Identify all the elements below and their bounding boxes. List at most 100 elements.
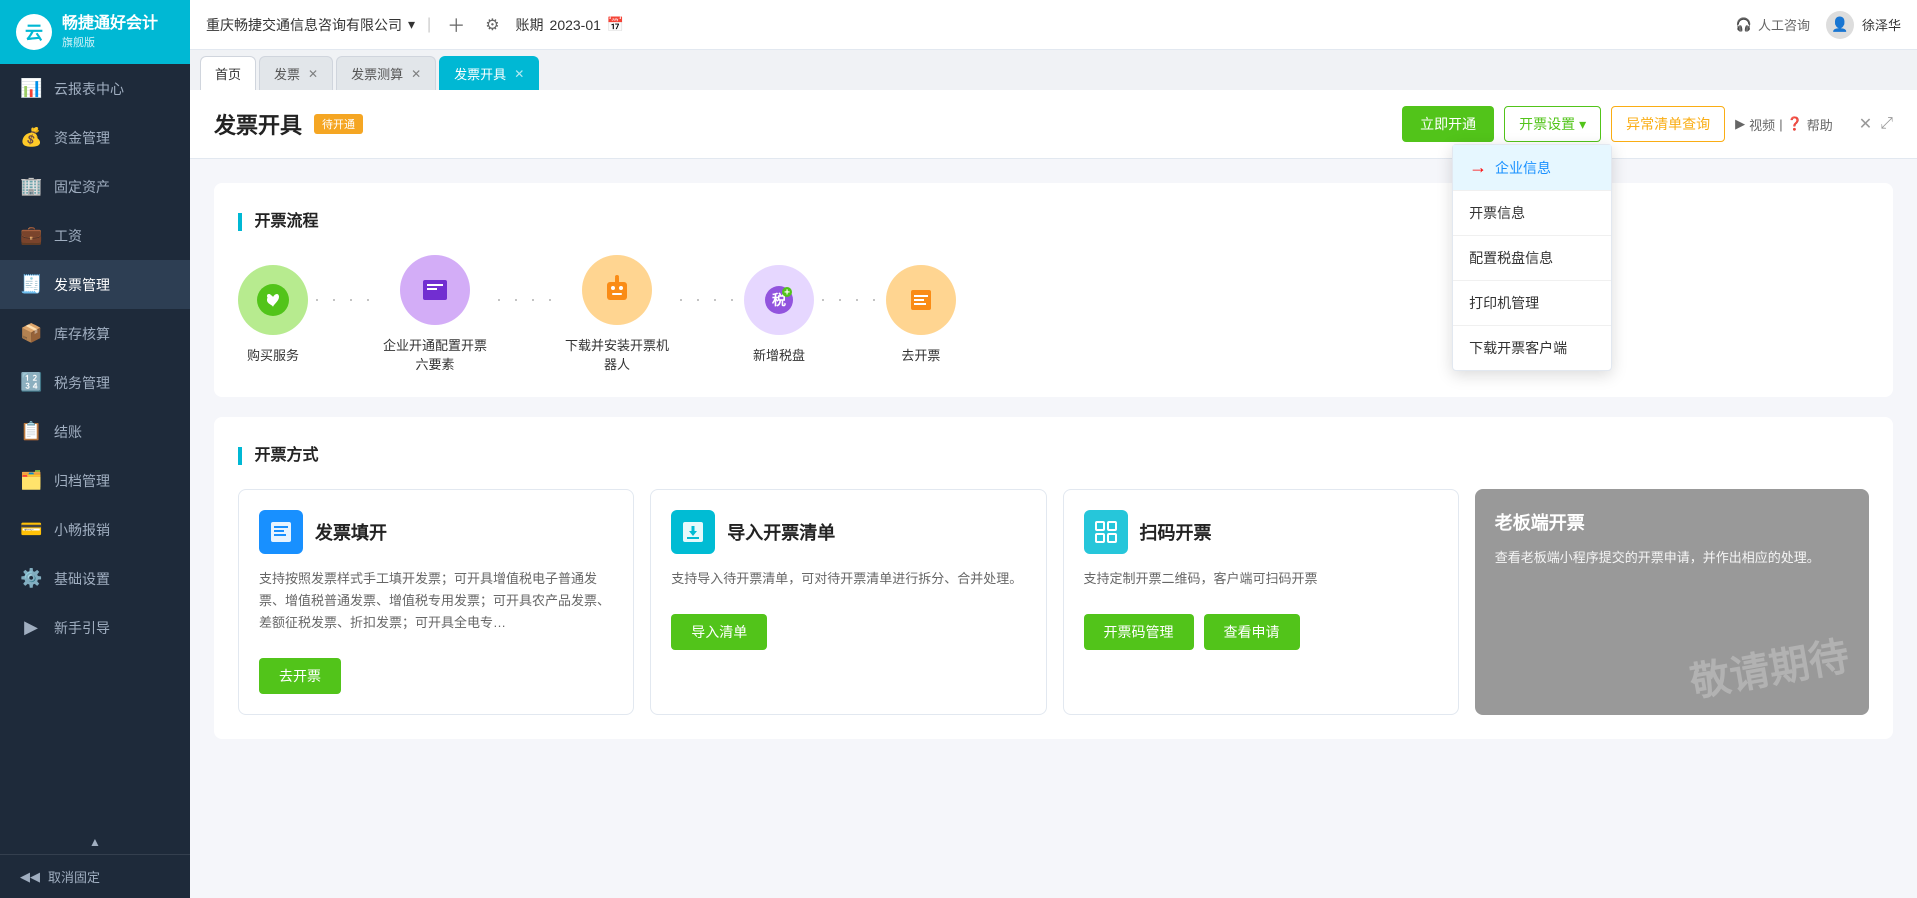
download-robot-icon [582,255,652,325]
sidebar-item-inventory[interactable]: 📦 库存核算 [0,309,190,358]
flow-title-text: 开票流程 [254,213,318,230]
activate-button[interactable]: 立即开通 [1402,106,1494,142]
company-selector[interactable]: 重庆畅捷交通信息咨询有限公司 ▾ [206,15,415,35]
tab-invoice-calc-label: 发票测算 [351,64,403,83]
flow-sep-4: · · · · [814,289,886,310]
logo-sub: 旗舰版 [62,34,158,50]
sidebar-scroll-up[interactable]: ▲ [0,830,190,854]
add-company-icon[interactable]: ＋ [443,8,469,42]
flow-step-download-robot: 下载并安装开票机器人 [562,255,672,373]
invoice-fill-icon [259,510,303,554]
basic-settings-icon: ⚙️ [20,568,42,589]
window-controls: ✕ ⤢ [1859,114,1893,134]
dropdown-item-tax-disk-info[interactable]: 配置税盘信息 [1453,236,1611,281]
new-guide-icon: ▶ [20,617,42,638]
sidebar-item-fund-mgmt[interactable]: 💰 资金管理 [0,113,190,162]
sidebar-item-report-sales[interactable]: 💳 小畅报销 [0,505,190,554]
flow-step-buy-service: 购买服务 [238,265,308,364]
help-label: 帮助 [1807,115,1833,134]
tab-invoice-close[interactable]: ✕ [308,67,318,81]
logo-text: 畅捷通好会计 [62,14,158,33]
method-card-import-list: 导入开票清单 支持导入待开票清单，可对待开票清单进行拆分、合并处理。 导入清单 [650,489,1046,715]
sidebar-item-label: 税务管理 [54,373,110,393]
flow-steps: 购买服务 · · · · 企业开通配置开票六要素 [238,255,1869,373]
invoice-code-mgmt-button[interactable]: 开票码管理 [1084,614,1194,650]
settings-button-label: 开票设置 [1519,114,1575,134]
tab-invoice-issue[interactable]: 发票开具 ✕ [439,56,539,90]
status-badge: 待开通 [314,114,363,134]
methods-section-title: 开票方式 [238,441,1869,465]
maximize-icon[interactable]: ⤢ [1880,115,1893,133]
tab-invoice[interactable]: 发票 ✕ [259,56,333,90]
topbar-user[interactable]: 👤 徐泽华 [1826,11,1901,39]
sidebar-item-settlement[interactable]: 📋 结账 [0,407,190,456]
sidebar-item-salary[interactable]: 💼 工资 [0,211,190,260]
question-icon: ❓ [1787,116,1803,132]
sidebar-cancel-fixed[interactable]: ◀◀ 取消固定 [0,854,190,898]
method-manual-fill-title: 发票填开 [315,519,387,545]
topbar-right: 🎧 人工咨询 👤 徐泽华 [1736,11,1901,39]
dropdown-item-download-client[interactable]: 下载开票客户端 [1453,326,1611,370]
import-list-button[interactable]: 导入清单 [671,614,767,650]
tab-invoice-calc-close[interactable]: ✕ [411,67,421,81]
method-cards: 发票填开 支持按照发票样式手工填开发票；可开具增值税电子普通发票、增值税普通发票… [238,489,1869,715]
headset-icon: 🎧 [1736,17,1752,33]
cancel-fixed-label: 取消固定 [48,867,100,886]
flow-step-add-tax-disk: 税+ 新增税盘 [744,265,814,364]
buy-service-icon [238,265,308,335]
tab-invoice-calc[interactable]: 发票测算 ✕ [336,56,436,90]
sidebar-item-cloud-report[interactable]: 📊 云报表中心 [0,64,190,113]
go-invoice-label: 去开票 [901,345,940,364]
separator: | [1779,117,1782,132]
methods-section: 开票方式 发票填开 支持按照发票样式手工填开发票；可开具增值税电子普通发票、增 [214,417,1893,739]
dropdown-item-printer-mgmt[interactable]: 打印机管理 [1453,281,1611,326]
view-application-button[interactable]: 查看申请 [1204,614,1300,650]
sidebar-item-invoice-mgmt[interactable]: 🧾 发票管理 [0,260,190,309]
go-invoice-button[interactable]: 去开票 [259,658,341,694]
sidebar-item-label: 云报表中心 [54,79,124,99]
tab-home-label: 首页 [215,64,241,83]
inventory-icon: 📦 [20,323,42,344]
sidebar-item-new-guide[interactable]: ▶ 新手引导 [0,603,190,652]
main-area: 重庆畅捷交通信息咨询有限公司 ▾ | ＋ ⚙ 账期 2023-01 📅 🎧 人工… [190,0,1917,898]
period-value: 2023-01 [550,17,601,33]
sidebar-item-label: 结账 [54,422,82,442]
topbar-settings-icon[interactable]: ⚙ [481,11,503,39]
abnormal-button[interactable]: 异常清单查询 [1611,106,1725,142]
flow-sep-3: · · · · [672,289,744,310]
dropdown-label: 打印机管理 [1469,295,1539,311]
tab-home[interactable]: 首页 [200,56,256,90]
cloud-report-icon: 📊 [20,78,42,99]
fund-mgmt-icon: 💰 [20,127,42,148]
tabs-bar: 首页 发票 ✕ 发票测算 ✕ 发票开具 ✕ [190,50,1917,90]
calendar-icon[interactable]: 📅 [607,16,624,33]
topbar-consult[interactable]: 🎧 人工咨询 [1736,15,1810,34]
sidebar-item-tax-mgmt[interactable]: 🔢 税务管理 [0,358,190,407]
boss-invoice-title: 老板端开票 [1495,509,1849,535]
go-invoice-icon [886,265,956,335]
tab-invoice-issue-close[interactable]: ✕ [514,67,524,81]
dropdown-item-company-info[interactable]: → 企业信息 [1453,145,1611,191]
topbar: 重庆畅捷交通信息咨询有限公司 ▾ | ＋ ⚙ 账期 2023-01 📅 🎧 人工… [190,0,1917,50]
topbar-divider: | [427,16,431,34]
inner-content: 开票流程 购买服务 · · · · [190,159,1917,763]
video-label: 视频 [1749,115,1775,134]
method-scan-invoice-title: 扫码开票 [1140,519,1212,545]
sidebar: 云 畅捷通好会计 旗舰版 📊 云报表中心 💰 资金管理 🏢 固定资产 💼 工资 [0,0,190,898]
dropdown-item-invoice-info[interactable]: 开票信息 [1453,191,1611,236]
section-divider [238,213,242,231]
close-icon[interactable]: ✕ [1859,114,1872,134]
scan-invoice-icon [1084,510,1128,554]
sidebar-item-archive-mgmt[interactable]: 🗂️ 归档管理 [0,456,190,505]
dropdown-label: 开票信息 [1469,205,1525,221]
sidebar-item-fixed-assets[interactable]: 🏢 固定资产 [0,162,190,211]
settings-button[interactable]: 开票设置 ▾ [1504,106,1601,142]
method-scan-invoice-desc: 支持定制开票二维码，客户端可扫码开票 [1084,568,1438,590]
import-list-icon [671,510,715,554]
sidebar-item-basic-settings[interactable]: ⚙️ 基础设置 [0,554,190,603]
play-icon[interactable]: ▶ [1735,116,1745,132]
chevron-down-icon: ▾ [1579,116,1586,133]
page-actions: 立即开通 开票设置 ▾ 异常清单查询 ▶ 视频 | ❓ 帮助 ✕ [1402,106,1893,142]
method-manual-fill-desc: 支持按照发票样式手工填开发票；可开具增值税电子普通发票、增值税普通发票、增值税专… [259,568,613,634]
salary-icon: 💼 [20,225,42,246]
